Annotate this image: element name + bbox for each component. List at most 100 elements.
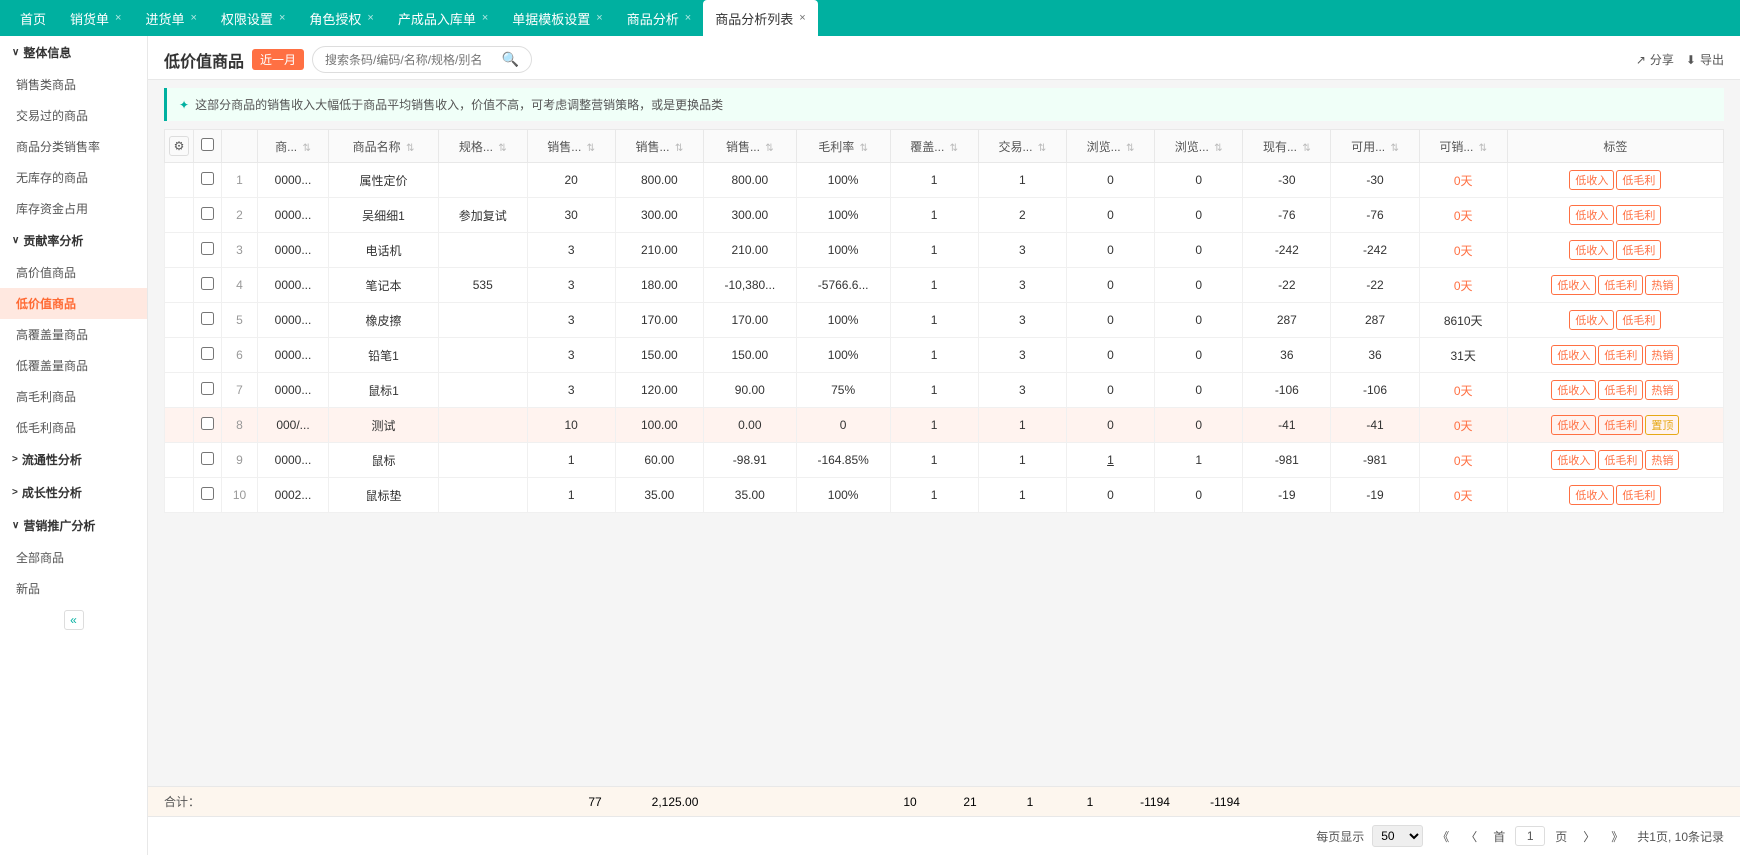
row-check[interactable] (194, 163, 222, 198)
browse1-val: 0 (1107, 278, 1114, 292)
current-page[interactable]: 1 (1515, 826, 1545, 846)
sidebar-item-low-coverage[interactable]: 低覆盖量商品 (0, 350, 147, 381)
row-browse1[interactable]: 1 (1066, 443, 1154, 478)
row-sales-amt: 60.00 (615, 443, 703, 478)
sidebar-item-high-profit[interactable]: 高毛利商品 (0, 381, 147, 412)
row-name: 吴细细1 (329, 198, 439, 233)
sidebar-item-high-coverage[interactable]: 高覆盖量商品 (0, 319, 147, 350)
row-check[interactable] (194, 303, 222, 338)
sidebar-item-low-profit[interactable]: 低毛利商品 (0, 412, 147, 443)
next-page-btn[interactable]: 〉 (1577, 826, 1601, 847)
row-browse1: 0 (1066, 478, 1154, 513)
row-check[interactable] (194, 198, 222, 233)
row-name: 测试 (329, 408, 439, 443)
row-checkbox[interactable] (201, 452, 214, 465)
last-page-btn[interactable]: 》 (1605, 826, 1629, 847)
sidebar-group-title-overall[interactable]: ∨整体信息 (0, 36, 147, 69)
row-settings (165, 198, 194, 233)
first-page-btn[interactable]: 《 (1431, 826, 1455, 847)
nav-item-product-analysis[interactable]: 商品分析× (615, 0, 703, 36)
sidebar-item-category-sales[interactable]: 商品分类销售率 (0, 131, 147, 162)
browse1-val: 0 (1107, 348, 1114, 362)
row-checkbox[interactable] (201, 347, 214, 360)
sidebar-collapse-btn[interactable]: « (64, 610, 84, 630)
row-check[interactable] (194, 233, 222, 268)
page-size-select[interactable]: 50 100 200 (1372, 825, 1423, 847)
nav-close-product-analysis-list[interactable]: × (799, 12, 805, 24)
row-checkbox[interactable] (201, 487, 214, 500)
page-title: 低价值商品 (164, 48, 244, 72)
sidebar-item-stock-value[interactable]: 库存资金占用 (0, 193, 147, 224)
coverage-col-header: 覆盖... ⇅ (890, 130, 978, 163)
page-unit-label: 页 (1549, 826, 1573, 847)
sidebar-group-title-financial[interactable]: ∨贡献率分析 (0, 224, 147, 257)
row-checkbox[interactable] (201, 417, 214, 430)
nav-item-product-analysis-list[interactable]: 商品分析列表× (703, 0, 817, 36)
row-tags: 低收入低毛利 (1507, 163, 1723, 198)
nav-close-template[interactable]: × (596, 12, 602, 24)
nav-close-product-analysis[interactable]: × (685, 12, 691, 24)
row-available: 36 (1331, 338, 1419, 373)
browse1-val: 0 (1107, 243, 1114, 257)
table-settings-icon[interactable]: ⚙ (169, 136, 189, 156)
nav-close-products-in[interactable]: × (482, 12, 488, 24)
tag-badge: 低毛利 (1616, 240, 1661, 260)
row-coverage: 1 (890, 268, 978, 303)
row-checkbox[interactable] (201, 277, 214, 290)
sidebar-group-title-growth[interactable]: >成长性分析 (0, 476, 147, 509)
sidebar-item-no-stock[interactable]: 无库存的商品 (0, 162, 147, 193)
row-saleable: 0天 (1419, 198, 1507, 233)
sidebar-item-sales-category[interactable]: 销售类商品 (0, 69, 147, 100)
prev-page-btn[interactable]: 〈 (1459, 826, 1483, 847)
nav-item-sales[interactable]: 销货单× (58, 0, 133, 36)
row-check[interactable] (194, 443, 222, 478)
row-check[interactable] (194, 268, 222, 303)
row-browse1: 0 (1066, 198, 1154, 233)
sidebar-item-high-value[interactable]: 高价值商品 (0, 257, 147, 288)
sidebar-item-new-products[interactable]: 新品 (0, 573, 147, 604)
export-btn[interactable]: ⬇ 导出 (1686, 51, 1724, 68)
share-label: 分享 (1650, 51, 1674, 68)
select-all-checkbox[interactable] (201, 138, 214, 151)
nav-item-permissions[interactable]: 权限设置× (209, 0, 297, 36)
row-check[interactable] (194, 338, 222, 373)
search-input[interactable] (325, 53, 498, 67)
sidebar-item-all-products[interactable]: 全部商品 (0, 542, 147, 573)
share-btn[interactable]: ↗ 分享 (1636, 51, 1674, 68)
sidebar-group-title-flow[interactable]: >流通性分析 (0, 443, 147, 476)
top-nav: 首页销货单×进货单×权限设置×角色授权×产成品入库单×单据模板设置×商品分析×商… (0, 0, 1740, 36)
nav-close-permissions[interactable]: × (279, 12, 285, 24)
row-check[interactable] (194, 478, 222, 513)
nav-close-purchase[interactable]: × (190, 12, 196, 24)
table-body: 1 0000... 属性定价 20 800.00 800.00 100% 1 1… (165, 163, 1724, 513)
row-checkbox[interactable] (201, 242, 214, 255)
row-spec: 535 (438, 268, 527, 303)
row-checkbox[interactable] (201, 382, 214, 395)
row-browse2: 0 (1155, 408, 1243, 443)
row-checkbox[interactable] (201, 312, 214, 325)
row-check[interactable] (194, 408, 222, 443)
row-name: 笔记本 (329, 268, 439, 303)
date-filter-btn[interactable]: 近一月 (252, 49, 304, 70)
tag-badge: 低收入 (1551, 275, 1596, 295)
row-current: 36 (1243, 338, 1331, 373)
row-checkbox[interactable] (201, 207, 214, 220)
row-transaction: 3 (978, 338, 1066, 373)
row-check[interactable] (194, 373, 222, 408)
row-checkbox[interactable] (201, 172, 214, 185)
nav-close-sales[interactable]: × (115, 12, 121, 24)
nav-item-home[interactable]: 首页 (8, 0, 58, 36)
nav-item-purchase[interactable]: 进货单× (133, 0, 208, 36)
sidebar-item-low-value[interactable]: 低价值商品 (0, 288, 147, 319)
nav-item-products-in[interactable]: 产成品入库单× (386, 0, 500, 36)
row-code: 000/... (258, 408, 329, 443)
nav-close-roles[interactable]: × (367, 12, 373, 24)
table-row: 5 0000... 橡皮擦 3 170.00 170.00 100% 1 3 0… (165, 303, 1724, 338)
sidebar-item-traded[interactable]: 交易过的商品 (0, 100, 147, 131)
browse1-col-header: 浏览... ⇅ (1066, 130, 1154, 163)
sidebar-group-title-marketing[interactable]: ∨营销推广分析 (0, 509, 147, 542)
row-settings (165, 338, 194, 373)
nav-item-template[interactable]: 单据模板设置× (500, 0, 614, 36)
nav-item-roles[interactable]: 角色授权× (297, 0, 385, 36)
row-margin: 100% (796, 338, 890, 373)
